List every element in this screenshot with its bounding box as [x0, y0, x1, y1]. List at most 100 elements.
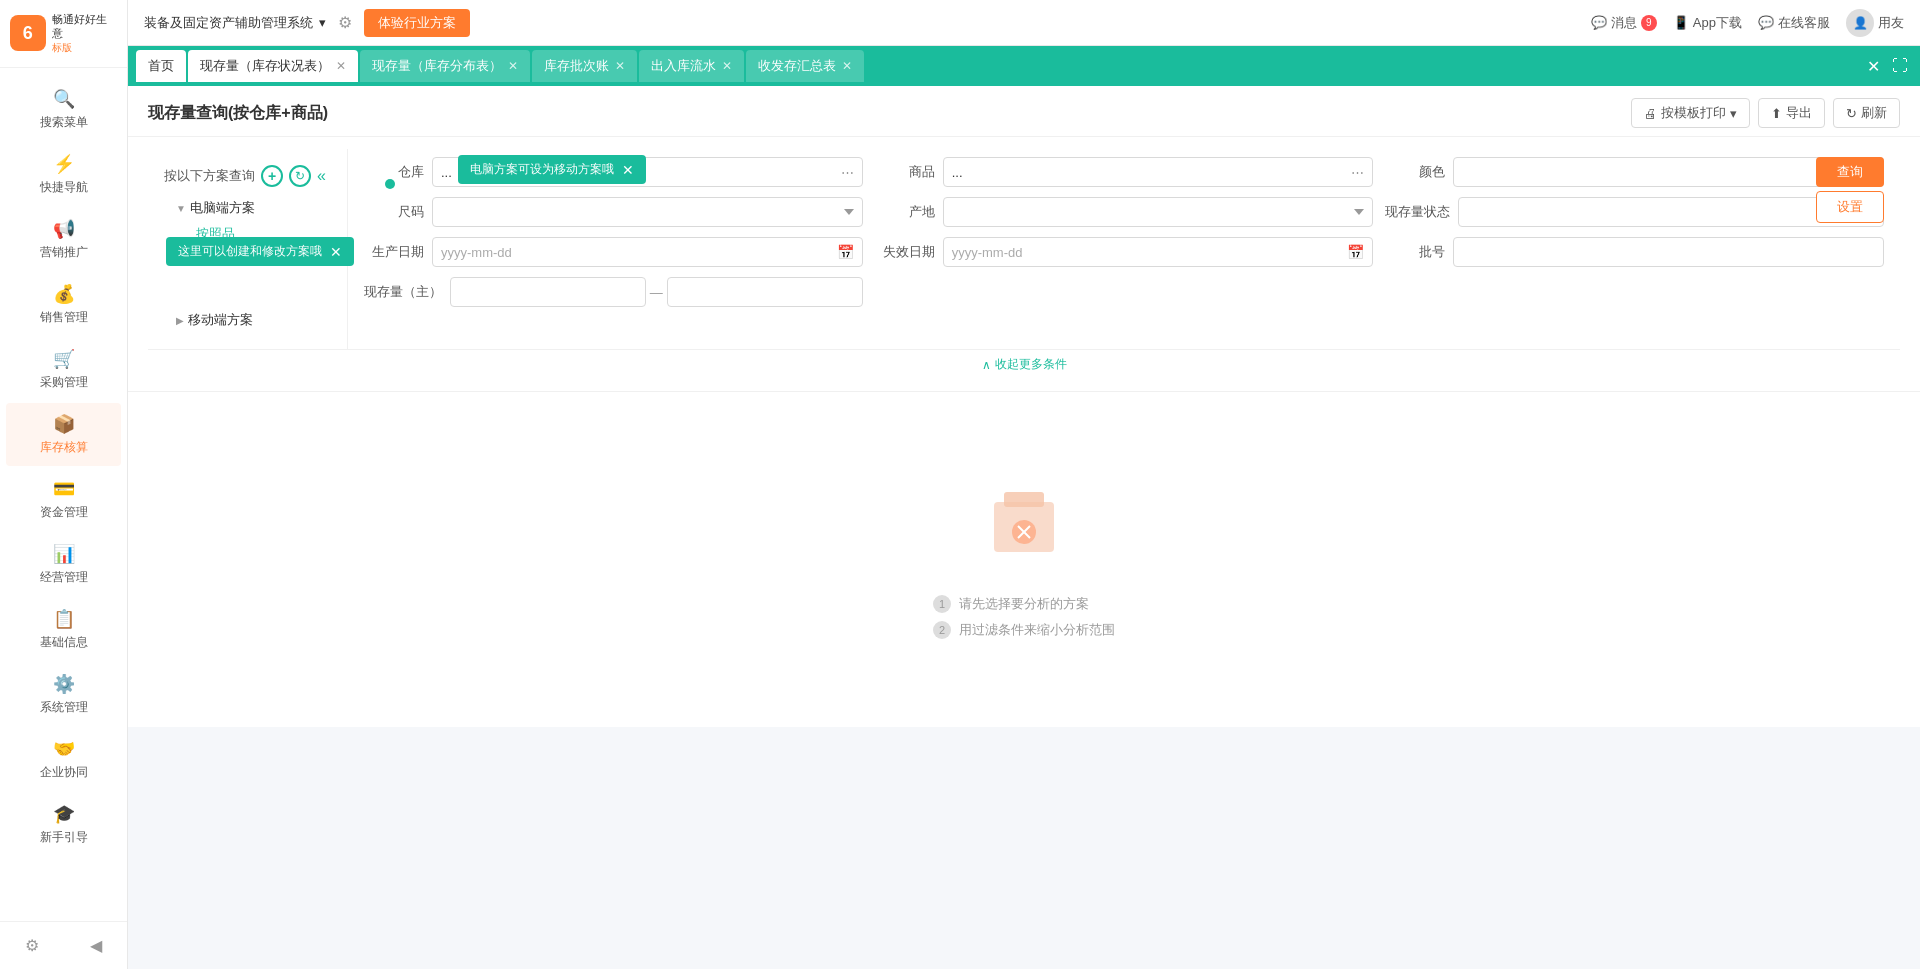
tab-inventory-dist[interactable]: 现存量（库存分布表） ✕ [360, 50, 530, 82]
product-select[interactable]: ... ⋯ [943, 157, 1374, 187]
sidebar-item-label: 库存核算 [40, 439, 88, 456]
filter-field-color: 颜色 [1385, 157, 1884, 187]
search-button[interactable]: 查询 [1816, 157, 1884, 187]
logo-icon: 6 [10, 15, 46, 51]
filter-area: 按以下方案查询 + ↻ « 电脑方案可设为移动方案哦 ✕ [128, 137, 1920, 392]
chevron-down-icon: ▼ [176, 203, 186, 214]
sidebar-item-guide[interactable]: 🎓 新手引导 [6, 793, 121, 856]
proddate-label: 生产日期 [364, 243, 424, 261]
sidebar-item-operation[interactable]: 📊 经营管理 [6, 533, 121, 596]
size-select[interactable] [432, 197, 863, 227]
sidebar-item-inventory[interactable]: 📦 库存核算 [6, 403, 121, 466]
sidebar-item-enterprise[interactable]: 🤝 企业协同 [6, 728, 121, 791]
tab-receive-close[interactable]: ✕ [842, 59, 852, 73]
sidebar-item-purchase[interactable]: 🛒 采购管理 [6, 338, 121, 401]
scheme-group-desktop-header[interactable]: ▼ 电脑端方案 [168, 195, 347, 221]
empty-svg [974, 472, 1074, 572]
industry-btn[interactable]: 体验行业方案 [364, 9, 470, 37]
sidebar-item-marketing[interactable]: 📢 营销推广 [6, 208, 121, 271]
print-button[interactable]: 🖨 按模板打印 ▾ [1631, 98, 1750, 128]
close-all-tabs-button[interactable]: ✕ [1863, 53, 1884, 80]
batch-label: 批号 [1385, 243, 1445, 261]
origin-select[interactable] [943, 197, 1374, 227]
connector-dot [385, 179, 395, 189]
empty-step-2: 2 用过滤条件来缩小分析范围 [933, 621, 1115, 639]
system-title[interactable]: 装备及固定资产辅助管理系统 ▾ [144, 14, 326, 32]
sidebar-item-basic[interactable]: 📋 基础信息 [6, 598, 121, 661]
quick-icon: ⚡ [53, 153, 75, 175]
tab-receive[interactable]: 收发存汇总表 ✕ [746, 50, 864, 82]
sidebar-item-label: 基础信息 [40, 634, 88, 651]
qty-min-input[interactable] [450, 277, 646, 307]
user-menu[interactable]: 👤 用友 [1846, 9, 1904, 37]
filter-row-3: 生产日期 yyyy-mm-dd 📅 失效日期 yyyy-mm-dd [364, 237, 1884, 267]
origin-label: 产地 [875, 203, 935, 221]
sidebar-item-sales[interactable]: 💰 销售管理 [6, 273, 121, 336]
export-button[interactable]: ⬆ 导出 [1758, 98, 1825, 128]
app-download-label: App下载 [1693, 14, 1742, 32]
fullscreen-button[interactable]: ⛶ [1888, 53, 1912, 80]
qty-max-input[interactable] [667, 277, 863, 307]
user-label: 用友 [1878, 14, 1904, 32]
collapse-sidebar-button[interactable]: ◀ [86, 932, 106, 959]
message-button[interactable]: 💬 消息 9 [1591, 14, 1657, 32]
page-actions: 🖨 按模板打印 ▾ ⬆ 导出 ↻ 刷新 [1631, 98, 1900, 128]
sidebar-item-label: 采购管理 [40, 374, 88, 391]
range-dash: — [650, 285, 663, 300]
proddate-input[interactable]: yyyy-mm-dd 📅 [432, 237, 863, 267]
refresh-scheme-button[interactable]: ↻ [289, 165, 311, 187]
refresh-button[interactable]: ↻ 刷新 [1833, 98, 1900, 128]
settings-button[interactable]: ⚙ [21, 932, 43, 959]
online-service-button[interactable]: 💬 在线客服 [1758, 14, 1830, 32]
tab-inout[interactable]: 出入库流水 ✕ [639, 50, 744, 82]
sidebar-bottom: ⚙ ◀ [0, 921, 127, 969]
add-scheme-button[interactable]: + [261, 165, 283, 187]
scheme-group-mobile-header[interactable]: ▶ 移动端方案 [168, 307, 347, 333]
filter-header: 按以下方案查询 + ↻ « [148, 157, 347, 195]
tab-inventory-status-label: 现存量（库存状况表） [200, 57, 330, 75]
system-icon: ⚙️ [53, 673, 75, 695]
sidebar-item-system[interactable]: ⚙️ 系统管理 [6, 663, 121, 726]
content-area: 现存量查询(按仓库+商品) 🖨 按模板打印 ▾ ⬆ 导出 ↻ 刷新 [128, 86, 1920, 969]
sidebar: 6 畅通好好生意 标版 🔍 搜索菜单 ⚡ 快捷导航 📢 营销推广 💰 销售管理 … [0, 0, 128, 969]
collapse-label: 收起更多条件 [995, 356, 1067, 373]
batch-input[interactable] [1453, 237, 1884, 267]
tooltip-1-close[interactable]: ✕ [622, 162, 634, 178]
tab-inventory-dist-close[interactable]: ✕ [508, 59, 518, 73]
calendar-icon-2: 📅 [1347, 244, 1364, 260]
tooltip-create-scheme: 这里可以创建和修改方案哦 ✕ [166, 237, 354, 266]
expiredate-input[interactable]: yyyy-mm-dd 📅 [943, 237, 1374, 267]
sidebar-item-finance[interactable]: 💳 资金管理 [6, 468, 121, 531]
sidebar-item-label: 新手引导 [40, 829, 88, 846]
tab-batch-close[interactable]: ✕ [615, 59, 625, 73]
page-container: 现存量查询(按仓库+商品) 🖨 按模板打印 ▾ ⬆ 导出 ↻ 刷新 [128, 86, 1920, 727]
sidebar-item-search[interactable]: 🔍 搜索菜单 [6, 78, 121, 141]
tab-inout-close[interactable]: ✕ [722, 59, 732, 73]
collapse-row: ∧ 收起更多条件 [148, 349, 1900, 379]
sidebar-item-label: 销售管理 [40, 309, 88, 326]
export-icon: ⬆ [1771, 106, 1782, 121]
tooltip-2-close[interactable]: ✕ [330, 244, 342, 260]
filter-field-product: 商品 ... ⋯ [875, 157, 1374, 187]
tab-batch[interactable]: 库存批次账 ✕ [532, 50, 637, 82]
qty-range: — [450, 277, 863, 307]
sidebar-item-quick[interactable]: ⚡ 快捷导航 [6, 143, 121, 206]
tab-bar: 首页 现存量（库存状况表） ✕ 现存量（库存分布表） ✕ 库存批次账 ✕ 出入库… [128, 46, 1920, 86]
chevron-up-icon: ∧ [982, 358, 991, 372]
collapse-button[interactable]: ∧ 收起更多条件 [982, 356, 1067, 373]
sidebar-item-label: 企业协同 [40, 764, 88, 781]
filter-field-proddate: 生产日期 yyyy-mm-dd 📅 [364, 237, 863, 267]
tooltip-text-1: 电脑方案可设为移动方案哦 [470, 161, 614, 178]
back-button[interactable]: « [317, 167, 326, 185]
tab-home[interactable]: 首页 [136, 50, 186, 82]
message-icon: 💬 [1591, 15, 1607, 30]
tab-inventory-status[interactable]: 现存量（库存状况表） ✕ [188, 50, 358, 82]
app-download-button[interactable]: 📱 App下载 [1673, 14, 1742, 32]
header-settings-icon[interactable]: ⚙ [338, 13, 352, 32]
more-icon: ⋯ [841, 165, 854, 180]
calendar-icon-1: 📅 [837, 244, 854, 260]
tab-inventory-status-close[interactable]: ✕ [336, 59, 346, 73]
reset-button[interactable]: 设置 [1816, 191, 1884, 223]
chevron-right-icon: ▶ [176, 315, 184, 326]
tooltip-desktop-scheme: 电脑方案可设为移动方案哦 ✕ [458, 155, 646, 184]
